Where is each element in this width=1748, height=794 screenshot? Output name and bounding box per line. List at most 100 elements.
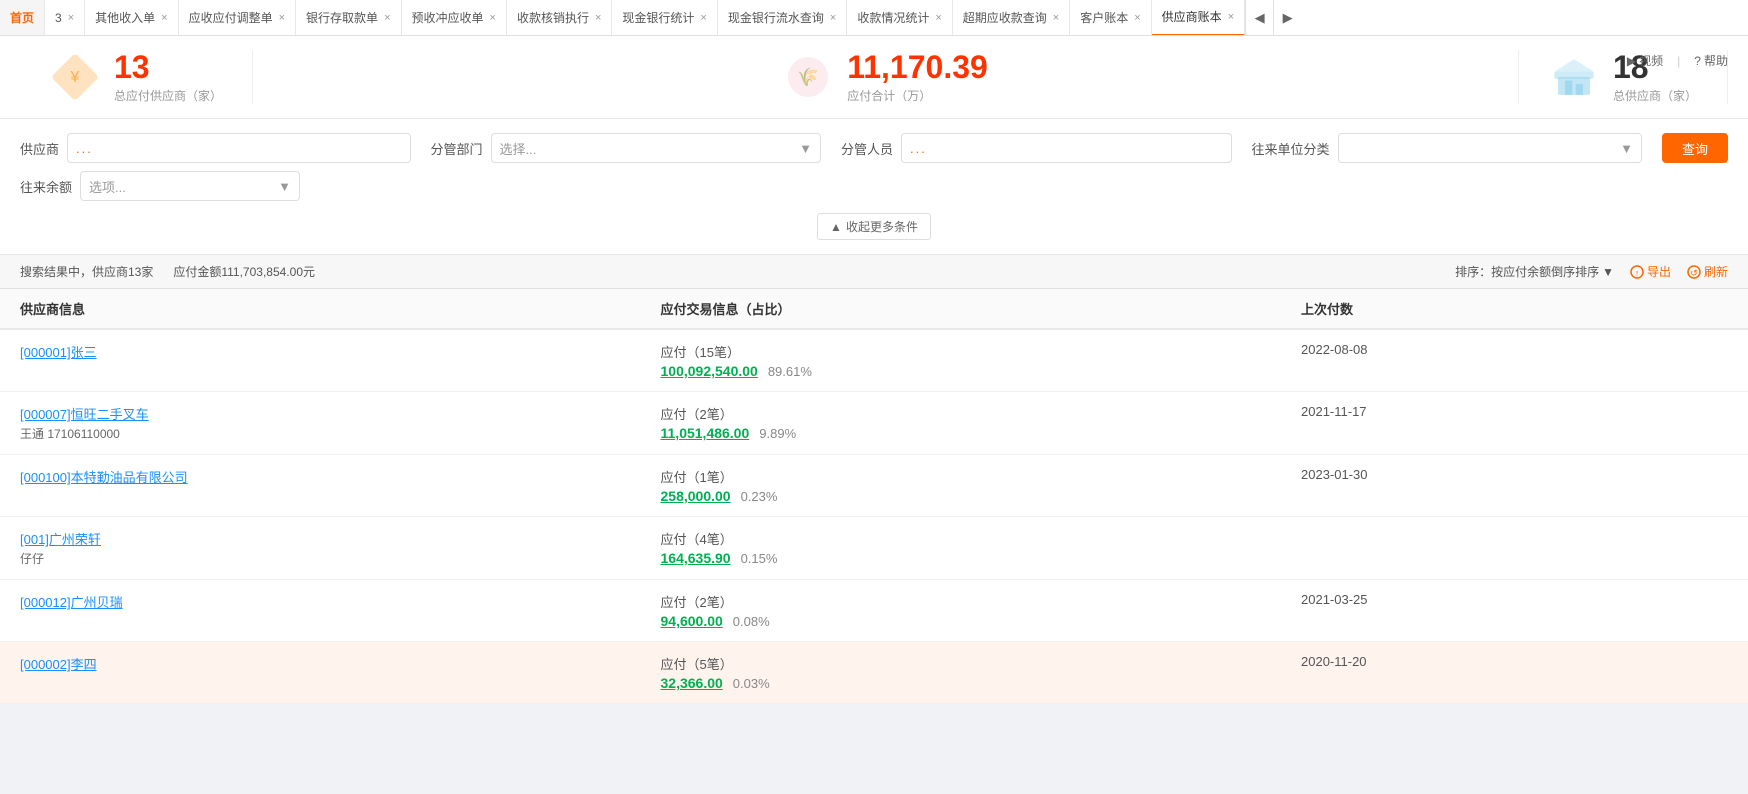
refresh-label: 刷新 [1704, 263, 1728, 280]
supplier-link[interactable]: [000007]恒旺二手叉车 [20, 407, 149, 422]
nav-tab-prepay[interactable]: 预收冲应收单 × [402, 0, 507, 36]
tx-cell: 应付（15笔）100,092,540.0089.61% [661, 342, 1302, 379]
close-tab-bank-icon[interactable]: × [384, 12, 390, 24]
collapse-button[interactable]: ▲ 收起更多条件 [817, 213, 931, 240]
tx-row: 11,051,486.009.89% [661, 423, 1302, 441]
nav-tab-other-income-label: 其他收入单 [95, 9, 155, 26]
tx-amount[interactable]: 100,092,540.00 [661, 363, 758, 379]
dept-field: 分管部门 选择... ▼ [431, 133, 822, 163]
dept-select[interactable]: 选择... ▼ [491, 133, 821, 163]
nav-tab-collection[interactable]: 收款核销执行 × [507, 0, 612, 36]
refresh-button[interactable]: ↺ 刷新 [1687, 263, 1728, 280]
close-tab-adjustment-icon[interactable]: × [279, 12, 285, 24]
col-header-supplier: 供应商信息 [20, 299, 661, 318]
balance-select[interactable]: 选项... ▼ [80, 171, 300, 201]
top-right-links: ▶ 视频 | ? 帮助 [1627, 52, 1728, 69]
supplier-link[interactable]: [001]广州荣轩 [20, 532, 101, 547]
sort-button[interactable]: 排序：按应付余额倒序排序 ▼ [1455, 263, 1614, 280]
result-bar: 搜索结果中，供应商13家 应付金额111,703,854.00元 排序：按应付余… [0, 255, 1748, 289]
tx-amount[interactable]: 258,000.00 [661, 488, 731, 504]
nav-tab-3[interactable]: 3 × [45, 0, 85, 36]
nav-tab-cash-flow[interactable]: 现金银行流水查询 × [718, 0, 847, 36]
collapse-area: ▲ 收起更多条件 [20, 209, 1728, 244]
supplier-link[interactable]: [000100]本特勤油品有限公司 [20, 470, 188, 485]
svg-text:↺: ↺ [1690, 268, 1698, 278]
tx-label: 应付（2笔） [661, 592, 1302, 611]
nav-tab-home-label: 首页 [10, 9, 34, 26]
sort-label: 排序：按应付余额倒序排序 [1455, 263, 1599, 280]
query-button[interactable]: 查询 [1662, 133, 1728, 163]
svg-text:¥: ¥ [70, 69, 80, 86]
tx-percent: 0.08% [733, 614, 770, 629]
person-label: 分管人员 [841, 139, 893, 158]
shop-icon [1549, 52, 1599, 102]
nav-next-arrow[interactable]: ▶ [1273, 0, 1301, 36]
export-button[interactable]: ↑ 导出 [1630, 263, 1671, 280]
nav-tab-adjustment-label: 应收应付调整单 [189, 9, 273, 26]
nav-tab-cash-flow-label: 现金银行流水查询 [728, 9, 824, 26]
balance-chevron-icon: ▼ [278, 179, 291, 194]
last-pay-cell: 2021-03-25 [1301, 592, 1728, 607]
tx-amount[interactable]: 94,600.00 [661, 613, 723, 629]
close-tab-cash-stats-icon[interactable]: × [700, 12, 706, 24]
stat-payable-total-text: 11,170.39 应付合计（万） [847, 50, 988, 104]
nav-tab-supplier-ledger[interactable]: 供应商账本 × [1152, 0, 1245, 36]
help-link[interactable]: ? 帮助 [1694, 52, 1728, 69]
tx-amount[interactable]: 11,051,486.00 [661, 425, 750, 441]
close-tab-other-income-icon[interactable]: × [161, 12, 167, 24]
video-link[interactable]: ▶ 视频 [1627, 52, 1663, 69]
stats-bar: ¥ 13 总应付供应商（家） 🌾 11,170.39 应付合计（万） [0, 36, 1748, 119]
balance-label: 往来余额 [20, 177, 72, 196]
tx-percent: 89.61% [768, 364, 812, 379]
close-tab-customer-ledger-icon[interactable]: × [1134, 12, 1140, 24]
close-tab-3-icon[interactable]: × [68, 12, 74, 24]
nav-tab-cash-stats[interactable]: 现金银行统计 × [612, 0, 717, 36]
tx-label: 应付（5笔） [661, 654, 1302, 673]
nav-tab-other-income[interactable]: 其他收入单 × [85, 0, 178, 36]
close-tab-supplier-ledger-icon[interactable]: × [1228, 11, 1234, 23]
supplier-field: 供应商 ... [20, 133, 411, 163]
nav-prev-arrow[interactable]: ◀ [1245, 0, 1273, 36]
nav-tab-home[interactable]: 首页 [0, 0, 45, 36]
nav-tab-adjustment[interactable]: 应收应付调整单 × [179, 0, 296, 36]
close-tab-cash-flow-icon[interactable]: × [830, 12, 836, 24]
category-select[interactable]: ▼ [1338, 133, 1642, 163]
nav-tab-bank[interactable]: 银行存取款单 × [296, 0, 401, 36]
person-input[interactable]: ... [901, 133, 1231, 163]
close-tab-receipt-stats-icon[interactable]: × [935, 12, 941, 24]
video-label: 视频 [1639, 52, 1663, 69]
nav-tab-receipt-stats-label: 收款情况统计 [857, 9, 929, 26]
supplier-link[interactable]: [000002]李四 [20, 657, 97, 672]
nav-tab-prepay-label: 预收冲应收单 [412, 9, 484, 26]
tx-amount[interactable]: 164,635.90 [661, 550, 731, 566]
nav-tab-overdue[interactable]: 超期应收款查询 × [953, 0, 1070, 36]
tx-cell: 应付（4笔）164,635.900.15% [661, 529, 1302, 566]
close-tab-overdue-icon[interactable]: × [1053, 12, 1059, 24]
stat-payable-label: 总应付供应商（家） [114, 87, 222, 104]
tx-percent: 0.15% [741, 551, 778, 566]
nav-tab-receipt-stats[interactable]: 收款情况统计 × [847, 0, 952, 36]
supplier-input[interactable]: ... [67, 133, 410, 163]
collapse-label: 收起更多条件 [846, 218, 918, 235]
search-area: 供应商 ... 分管部门 选择... ▼ 分管人员 ... 往来单位分类 ▼ [0, 119, 1748, 255]
close-tab-prepay-icon[interactable]: × [490, 12, 496, 24]
payable-icon: ¥ [50, 52, 100, 102]
supplier-cell: [000002]李四 [20, 654, 661, 673]
tx-cell: 应付（1笔）258,000.000.23% [661, 467, 1302, 504]
supplier-sub: 王通 17106110000 [20, 425, 661, 442]
supplier-link[interactable]: [000001]张三 [20, 345, 97, 360]
tx-amount[interactable]: 32,366.00 [661, 675, 723, 691]
result-amount: 应付金额111,703,854.00元 [173, 263, 315, 280]
col-header-tx: 应付交易信息（占比） [661, 299, 1302, 318]
video-icon: ▶ [1627, 54, 1636, 68]
supplier-link[interactable]: [000012]广州贝瑞 [20, 595, 123, 610]
table-body: [000001]张三应付（15笔）100,092,540.0089.61%202… [0, 330, 1748, 704]
close-tab-collection-icon[interactable]: × [595, 12, 601, 24]
category-chevron-icon: ▼ [1620, 141, 1633, 156]
stat-payable-text: 13 总应付供应商（家） [114, 50, 222, 104]
nav-tab-cash-stats-label: 现金银行统计 [622, 9, 694, 26]
table-header: 供应商信息 应付交易信息（占比） 上次付数 [0, 289, 1748, 330]
nav-tab-customer-ledger[interactable]: 客户账本 × [1070, 0, 1151, 36]
stat-payable-total: 🌾 11,170.39 应付合计（万） [253, 50, 1519, 104]
last-pay-cell: 2022-08-08 [1301, 342, 1728, 357]
